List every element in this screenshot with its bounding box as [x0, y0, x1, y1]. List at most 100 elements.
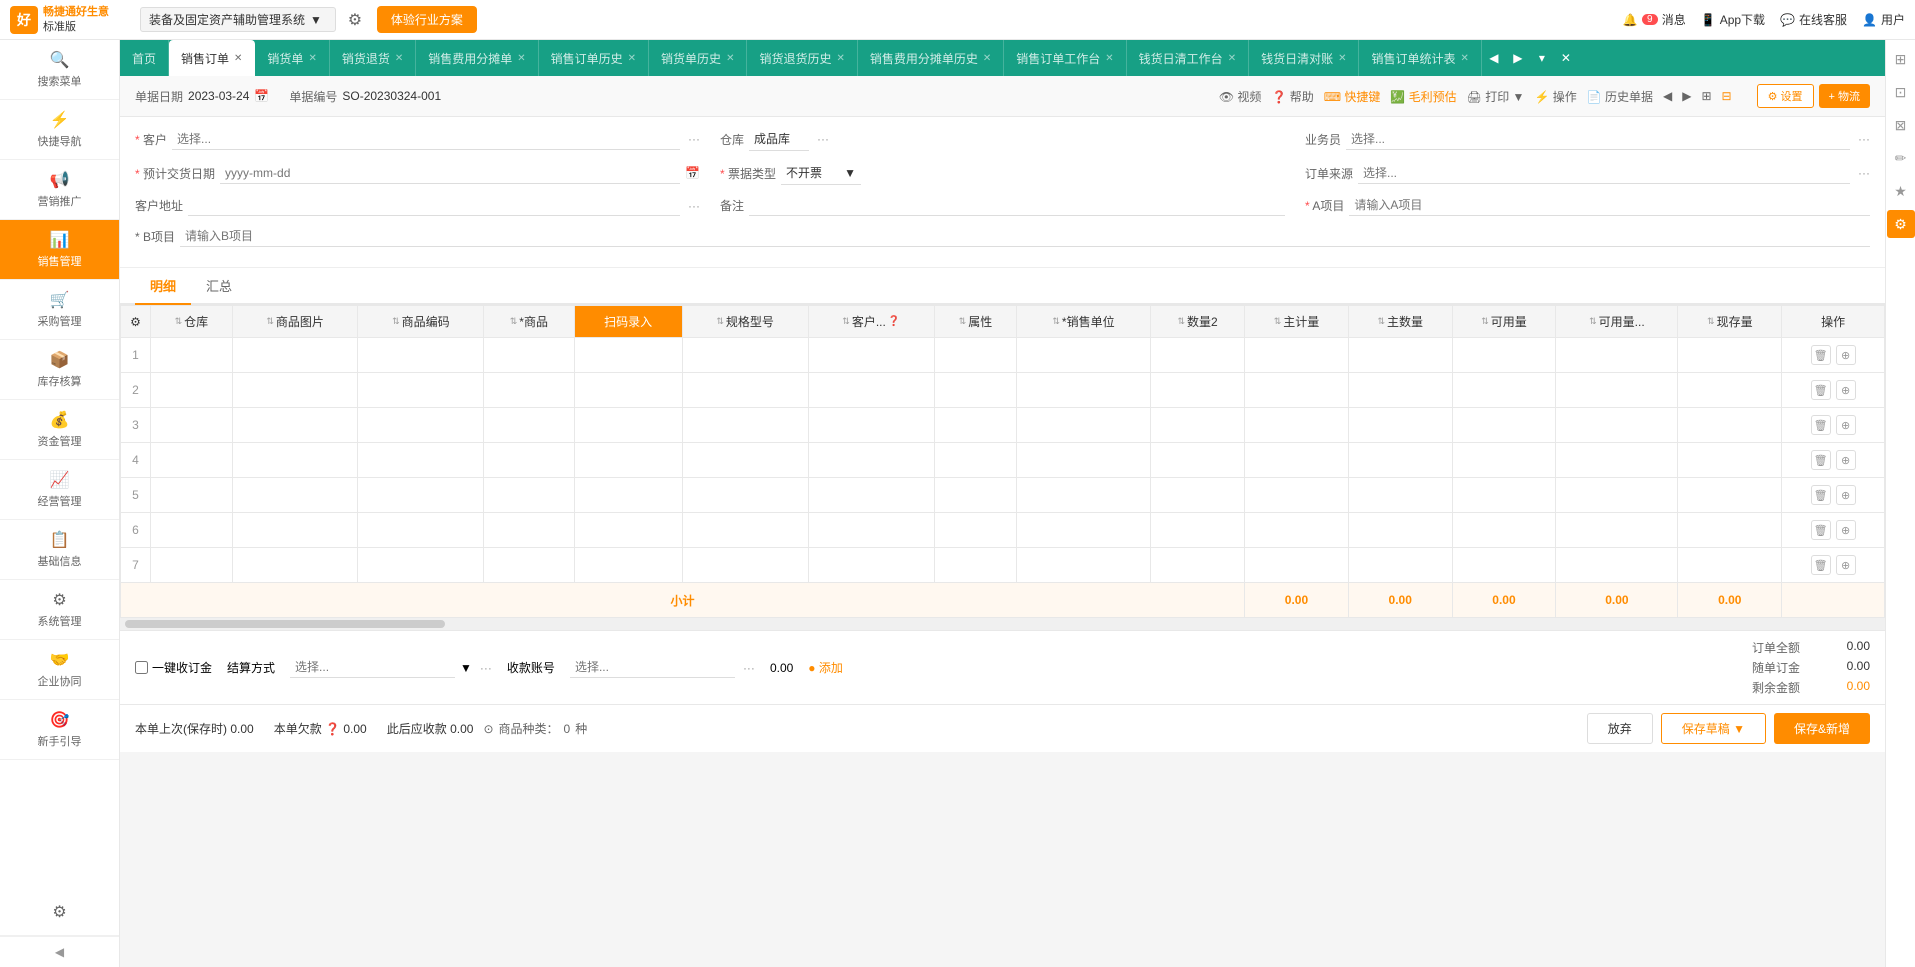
sidebar-item-quick-nav[interactable]: ⚡ 快捷导航	[0, 100, 119, 160]
th-customer-code[interactable]: ⇅客户...❓	[808, 306, 935, 338]
table-cell[interactable]	[1245, 548, 1349, 583]
table-cell[interactable]	[574, 443, 682, 478]
help-action[interactable]: ❓ 帮助	[1271, 88, 1313, 105]
sidebar-item-operations[interactable]: 📈 经营管理	[0, 460, 119, 520]
delivery-calendar-icon[interactable]: 📅	[685, 166, 700, 180]
tab-close-icon[interactable]: ✕	[1228, 53, 1236, 64]
th-qty2[interactable]: ⇅数量2	[1151, 306, 1245, 338]
table-cell[interactable]	[358, 338, 484, 373]
table-cell[interactable]	[808, 338, 935, 373]
table-cell[interactable]	[682, 373, 808, 408]
scroll-bar-area[interactable]	[120, 618, 1885, 630]
table-cell[interactable]	[1245, 373, 1349, 408]
table-cell[interactable]	[1678, 408, 1782, 443]
one-click-checkbox[interactable]	[135, 661, 148, 674]
table-cell[interactable]	[1452, 478, 1556, 513]
table-cell[interactable]	[232, 513, 358, 548]
table-cell[interactable]	[232, 408, 358, 443]
discard-button[interactable]: 放弃	[1587, 713, 1653, 744]
table-cell[interactable]	[1016, 408, 1150, 443]
copy-row-button[interactable]: ⊕	[1836, 345, 1856, 365]
calendar-icon[interactable]: 📅	[254, 89, 269, 103]
tab-close-icon[interactable]: ✕	[836, 53, 844, 64]
th-unit[interactable]: ⇅*销售单位	[1016, 306, 1150, 338]
order-source-input[interactable]	[1358, 163, 1850, 184]
one-click-checkbox-label[interactable]: 一键收订金	[135, 659, 212, 676]
table-cell[interactable]	[808, 548, 935, 583]
tab-close-icon[interactable]: ✕	[308, 53, 316, 64]
table-cell[interactable]	[151, 513, 233, 548]
sidebar-item-inventory[interactable]: 📦 库存核算	[0, 340, 119, 400]
table-cell[interactable]	[1556, 373, 1678, 408]
table-cell[interactable]	[484, 478, 574, 513]
shortcuts-action[interactable]: ⌨ 快捷键	[1324, 88, 1381, 105]
table-cell[interactable]	[1016, 443, 1150, 478]
table-cell[interactable]	[682, 478, 808, 513]
sidebar-item-marketing[interactable]: 📢 营销推广	[0, 160, 119, 220]
table-cell[interactable]	[358, 548, 484, 583]
a-project-input[interactable]	[1349, 195, 1870, 216]
list-view-button[interactable]: ⊟	[1722, 89, 1732, 103]
table-cell[interactable]	[935, 443, 1017, 478]
table-cell[interactable]	[1452, 408, 1556, 443]
table-cell[interactable]	[1151, 443, 1245, 478]
right-sidebar-icon-1[interactable]: ⊞	[1887, 45, 1915, 73]
delete-row-button[interactable]: 🗑	[1811, 555, 1831, 575]
tab-return-history[interactable]: 销货退货历史 ✕	[747, 40, 857, 76]
table-cell[interactable]	[1452, 548, 1556, 583]
table-cell[interactable]	[935, 548, 1017, 583]
table-cell[interactable]	[1348, 443, 1452, 478]
gear-button[interactable]: ⚙	[341, 6, 369, 34]
table-cell[interactable]	[232, 338, 358, 373]
warehouse-dots-button[interactable]: ···	[817, 132, 829, 146]
th-warehouse[interactable]: ⇅仓库	[151, 306, 233, 338]
table-cell[interactable]	[1348, 373, 1452, 408]
table-cell[interactable]	[682, 408, 808, 443]
table-cell[interactable]	[808, 478, 935, 513]
add-item-button[interactable]: + 物流	[1819, 84, 1870, 108]
copy-row-button[interactable]: ⊕	[1836, 450, 1856, 470]
table-cell[interactable]	[935, 338, 1017, 373]
table-settings-icon[interactable]: ⚙	[130, 315, 141, 329]
table-cell[interactable]	[484, 373, 574, 408]
table-cell[interactable]	[151, 443, 233, 478]
address-dots-button[interactable]: ···	[688, 199, 700, 213]
tab-order-workbench[interactable]: 销售订单工作台 ✕	[1004, 40, 1126, 76]
delete-row-button[interactable]: 🗑	[1811, 520, 1831, 540]
sidebar-item-guide[interactable]: 🎯 新手引导	[0, 700, 119, 760]
table-cell[interactable]	[358, 443, 484, 478]
tab-summary[interactable]: 汇总	[191, 268, 247, 305]
tab-sales-stats[interactable]: 销售订单统计表 ✕	[1359, 40, 1481, 76]
table-cell[interactable]	[484, 513, 574, 548]
table-cell[interactable]	[935, 408, 1017, 443]
tab-sales-expense[interactable]: 销售费用分摊单 ✕	[416, 40, 538, 76]
copy-row-button[interactable]: ⊕	[1836, 520, 1856, 540]
th-main-qty[interactable]: ⇅主数量	[1348, 306, 1452, 338]
table-cell[interactable]	[358, 478, 484, 513]
account-input[interactable]	[570, 657, 735, 678]
table-cell[interactable]	[935, 478, 1017, 513]
tab-close-icon[interactable]: ✕	[726, 53, 734, 64]
th-scan[interactable]: 扫码录入	[574, 306, 682, 338]
sidebar-item-sales[interactable]: 📊 销售管理	[0, 220, 119, 280]
tab-next-button[interactable]: ▶	[1506, 40, 1530, 76]
table-cell[interactable]	[1016, 548, 1150, 583]
tab-detail[interactable]: 明细	[135, 268, 191, 305]
next-record-button[interactable]: ▶	[1682, 89, 1691, 103]
table-cell[interactable]	[1016, 513, 1150, 548]
prev-record-button[interactable]: ◀	[1663, 89, 1672, 103]
tab-close-icon[interactable]: ✕	[234, 53, 242, 64]
table-cell[interactable]	[1678, 513, 1782, 548]
sidebar-item-system[interactable]: ⚙ 系统管理	[0, 580, 119, 640]
copy-row-button[interactable]: ⊕	[1836, 485, 1856, 505]
table-cell[interactable]	[151, 338, 233, 373]
delete-row-button[interactable]: 🗑	[1811, 415, 1831, 435]
table-cell[interactable]	[574, 513, 682, 548]
delete-row-button[interactable]: 🗑	[1811, 485, 1831, 505]
table-cell[interactable]	[1151, 548, 1245, 583]
sidebar-collapse-button[interactable]: ◀	[0, 936, 119, 967]
th-spec[interactable]: ⇅规格型号	[682, 306, 808, 338]
table-cell[interactable]	[151, 548, 233, 583]
delete-row-button[interactable]: 🗑	[1811, 380, 1831, 400]
table-cell[interactable]	[484, 408, 574, 443]
